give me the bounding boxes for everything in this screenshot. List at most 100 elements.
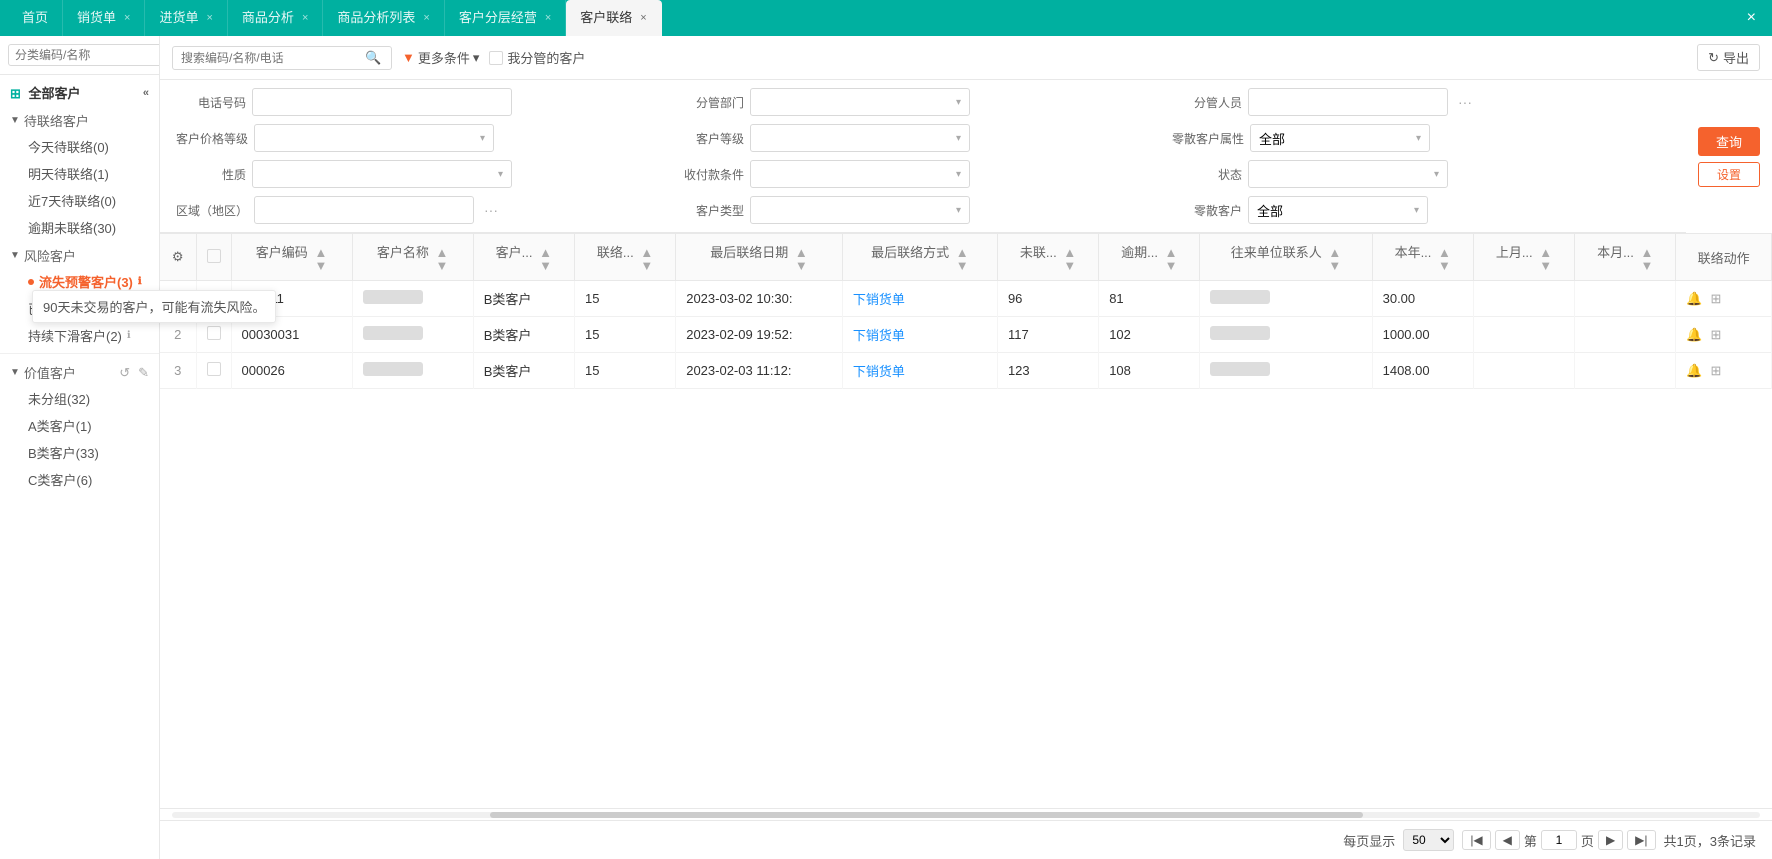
table-header-name[interactable]: 客户名称 ▲▼	[352, 234, 473, 281]
more-conditions-btn[interactable]: ▼ 更多条件 ▾	[402, 48, 479, 67]
tab-sales-close[interactable]: ×	[124, 0, 130, 36]
main-search-icon[interactable]: 🔍	[365, 50, 381, 66]
filter-region-input[interactable]	[254, 196, 474, 224]
churn-warning-info-icon[interactable]: ℹ	[138, 276, 142, 287]
tab-customer-contact[interactable]: 客户联络 ×	[566, 0, 661, 36]
col-action-label: 联络动作	[1698, 251, 1750, 266]
table-header-code[interactable]: 客户编码 ▲▼	[231, 234, 352, 281]
col-last-date-sort: ▲▼	[795, 246, 808, 272]
table-header-unlink[interactable]: 未联... ▲▼	[997, 234, 1098, 281]
sidebar-item-classC[interactable]: C类客户(6)	[8, 466, 159, 493]
sidebar-item-declining[interactable]: 持续下滑客户(2) ℹ	[8, 322, 159, 349]
row1-last-method[interactable]: 下销货单	[842, 281, 997, 317]
row1-last-method-link[interactable]: 下销货单	[853, 292, 905, 307]
tab-customer-layer[interactable]: 客户分层经营 ×	[445, 0, 566, 36]
my-customers-wrap[interactable]: 我分管的客户	[489, 48, 585, 67]
current-page-input[interactable]	[1541, 830, 1577, 850]
declining-info-icon[interactable]: ℹ	[127, 330, 131, 341]
tab-purchase-close[interactable]: ×	[206, 0, 212, 36]
table-header-overdue[interactable]: 逾期... ▲▼	[1099, 234, 1200, 281]
all-customers-label: ⊞ 全部客户	[10, 83, 81, 102]
filter-scatter-attr-select[interactable]: 全部 ▾	[1250, 124, 1430, 152]
filter-region-ellipsis[interactable]: ···	[480, 202, 502, 218]
tab-home[interactable]: 首页	[8, 0, 63, 36]
per-page-select[interactable]: 50 20 100	[1403, 829, 1454, 851]
filter-nature-select[interactable]: ▾	[252, 160, 512, 188]
my-customers-checkbox[interactable]	[489, 51, 503, 65]
window-close-button[interactable]: ×	[1739, 9, 1764, 27]
page-unit: 页	[1581, 831, 1594, 850]
first-page-btn[interactable]: |◀	[1462, 830, 1490, 850]
tab-customer-contact-close[interactable]: ×	[640, 0, 646, 36]
sidebar-item-today[interactable]: 今天待联络(0)	[8, 133, 159, 160]
table-header-checkbox[interactable]	[196, 234, 231, 281]
scroll-thumb[interactable]	[490, 812, 1363, 818]
sidebar-item-ungroup[interactable]: 未分组(32)	[8, 385, 159, 412]
filter-manager-input[interactable]	[1248, 88, 1448, 116]
filter-customer-type-select[interactable]: ▾	[750, 196, 970, 224]
row3-action-bell-icon[interactable]: 🔔	[1686, 363, 1702, 379]
row1-action-grid-icon[interactable]: ⊞	[1711, 291, 1722, 307]
table-header-this-month[interactable]: 本月... ▲▼	[1575, 234, 1676, 281]
settings-button[interactable]: 设置	[1698, 162, 1760, 187]
main-search-input[interactable]	[181, 51, 361, 65]
row2-action-bell-icon[interactable]: 🔔	[1686, 327, 1702, 343]
tab-product-list-close[interactable]: ×	[423, 0, 429, 36]
query-button[interactable]: 查询	[1698, 127, 1760, 156]
col-last-month-sort: ▲▼	[1539, 246, 1552, 272]
table-header-contact[interactable]: 联络... ▲▼	[574, 234, 675, 281]
filter-price-level-select[interactable]: ▾	[254, 124, 494, 152]
tab-sales[interactable]: 销货单 ×	[63, 0, 145, 36]
tab-product-analysis[interactable]: 商品分析 ×	[228, 0, 323, 36]
row3-checkbox[interactable]	[196, 353, 231, 389]
sidebar-group-value[interactable]: ▼ 价值客户 ↺ ✎	[0, 358, 159, 385]
next-page-btn[interactable]: ▶	[1598, 830, 1623, 850]
sidebar-item-overdue[interactable]: 逾期未联络(30)	[8, 214, 159, 241]
table-header-last-month[interactable]: 上月... ▲▼	[1473, 234, 1574, 281]
value-refresh-icon[interactable]: ↺	[119, 365, 130, 381]
row3-num: 3	[160, 353, 196, 389]
filter-phone-input[interactable]	[252, 88, 512, 116]
table-header-gear[interactable]: ⚙	[160, 234, 196, 281]
table-header-last-date[interactable]: 最后联络日期 ▲▼	[676, 234, 843, 281]
tab-product-analysis-close[interactable]: ×	[302, 0, 308, 36]
sidebar-group-pending[interactable]: ▼ 待联络客户	[0, 106, 159, 133]
filter-scatter-select[interactable]: 全部 ▾	[1248, 196, 1428, 224]
sidebar-all-customers[interactable]: ⊞ 全部客户 «	[0, 75, 159, 106]
filter-scatter-label: 零散客户	[1172, 202, 1242, 219]
filter-scatter-chevron: ▾	[1414, 205, 1419, 216]
row2-last-method-link[interactable]: 下销货单	[853, 328, 905, 343]
row3-last-method-link[interactable]: 下销货单	[853, 364, 905, 379]
filter-status-select[interactable]: ▾	[1248, 160, 1448, 188]
filter-manager-ellipsis[interactable]: ···	[1454, 94, 1476, 110]
scroll-track[interactable]	[172, 812, 1760, 818]
row1-action-bell-icon[interactable]: 🔔	[1686, 291, 1702, 307]
table-header-this-year[interactable]: 本年... ▲▼	[1372, 234, 1473, 281]
filter-payment-select[interactable]: ▾	[750, 160, 970, 188]
sidebar-collapse-icon[interactable]: «	[143, 87, 149, 99]
sidebar-item-7days[interactable]: 近7天待联络(0)	[8, 187, 159, 214]
row2-last-method[interactable]: 下销货单	[842, 317, 997, 353]
value-edit-icon[interactable]: ✎	[138, 365, 149, 381]
export-button[interactable]: ↻ 导出	[1697, 44, 1760, 71]
row3-last-method[interactable]: 下销货单	[842, 353, 997, 389]
prev-page-btn[interactable]: ◀	[1495, 830, 1520, 850]
filter-customer-level-select[interactable]: ▾	[750, 124, 970, 152]
sidebar-item-tomorrow[interactable]: 明天待联络(1)	[8, 160, 159, 187]
table-header-contact2[interactable]: 往来单位联系人 ▲▼	[1200, 234, 1372, 281]
sidebar-search-input[interactable]	[8, 44, 160, 66]
tab-purchase[interactable]: 进货单 ×	[145, 0, 227, 36]
sidebar-item-classA[interactable]: A类客户(1)	[8, 412, 159, 439]
horizontal-scrollbar[interactable]	[160, 808, 1772, 820]
last-page-btn[interactable]: ▶|	[1627, 830, 1655, 850]
sidebar-group-risk[interactable]: ▼ 风险客户	[0, 241, 159, 268]
select-all-checkbox[interactable]	[207, 249, 221, 263]
row2-action-grid-icon[interactable]: ⊞	[1711, 327, 1722, 343]
tab-customer-layer-close[interactable]: ×	[545, 0, 551, 36]
row3-action-grid-icon[interactable]: ⊞	[1711, 363, 1722, 379]
table-header-type[interactable]: 客户... ▲▼	[473, 234, 574, 281]
table-header-last-method[interactable]: 最后联络方式 ▲▼	[842, 234, 997, 281]
sidebar-item-classB[interactable]: B类客户(33)	[8, 439, 159, 466]
filter-dept-select[interactable]: ▾	[750, 88, 970, 116]
tab-product-list[interactable]: 商品分析列表 ×	[323, 0, 444, 36]
